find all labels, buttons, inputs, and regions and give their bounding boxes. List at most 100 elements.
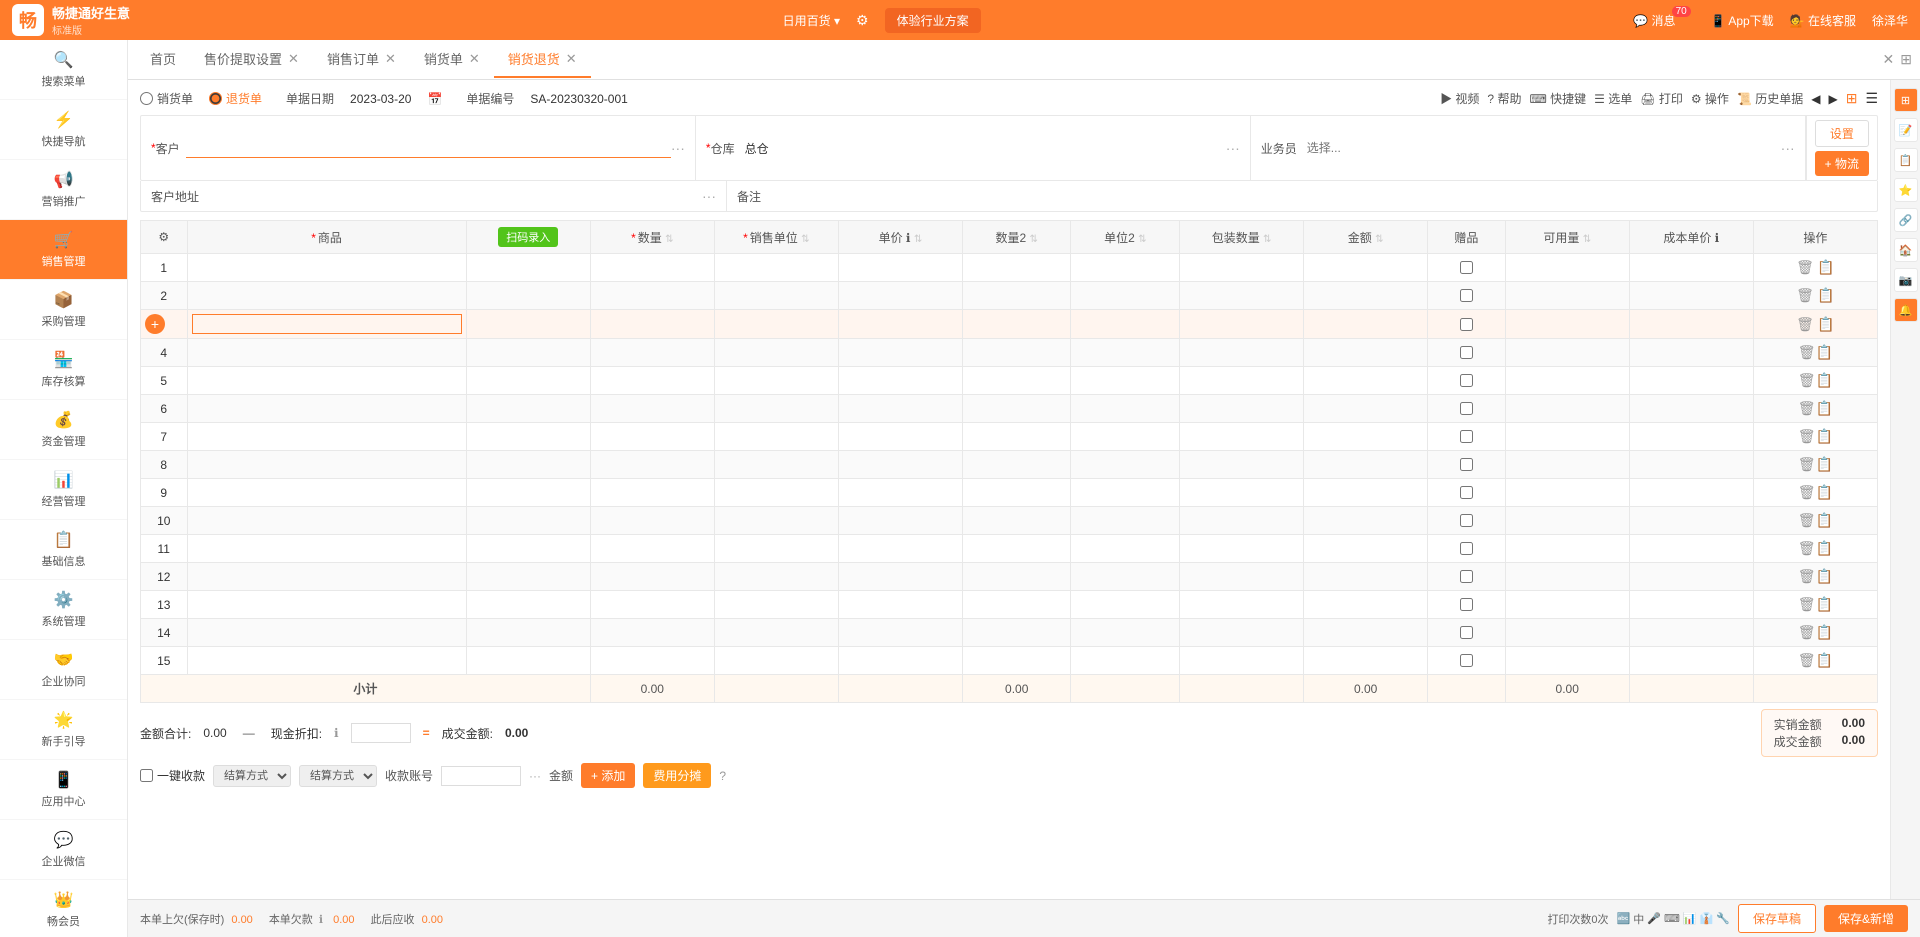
grid-view-icon[interactable]: ⊞ [1846,90,1858,107]
copy-row-7[interactable]: 📋 [1816,428,1833,445]
nav-daily[interactable]: 日用百货 ▾ [783,12,840,29]
tab-order-close[interactable]: ✕ [385,51,396,67]
write-off-select[interactable]: 结算方式 [299,765,377,787]
rp-btn-5[interactable]: 🔗 [1894,208,1918,232]
sidebar-item-shortcut[interactable]: ⚡ 快捷导航 [0,100,127,160]
trial-btn[interactable]: 体验行业方案 [885,8,981,33]
gift-checkbox-9[interactable] [1460,486,1473,499]
product-cell-3[interactable] [187,310,466,339]
qty-sort-icon[interactable]: ⇅ [665,234,673,245]
tab-menu-icon[interactable]: ⊞ [1900,51,1912,68]
sidebar-item-guide[interactable]: 🌟 新手引导 [0,700,127,760]
sidebar-item-search[interactable]: 🔍 搜索菜单 [0,40,127,100]
qty2-cell-1[interactable] [962,254,1071,282]
packqty-sort-icon[interactable]: ⇅ [1263,234,1271,245]
copy-row-2[interactable]: 📋 [1817,287,1834,304]
gift-cell-2[interactable] [1428,282,1506,310]
bottom-icon-6[interactable]: 👔 [1700,912,1714,925]
bottom-icon-2[interactable]: 中 [1633,911,1644,927]
bottom-icon-5[interactable]: 📊 [1683,912,1697,925]
settings-button[interactable]: 设置 [1815,120,1869,147]
sidebar-item-partner[interactable]: 🤝 企业协同 [0,640,127,700]
copy-row-13[interactable]: 📋 [1816,596,1833,613]
delete-row-9[interactable]: 🗑 [1798,484,1816,501]
scan-button[interactable]: 扫码录入 [498,227,558,247]
delete-row-5[interactable]: 🗑 [1798,372,1816,389]
delete-row-14[interactable]: 🗑 [1798,624,1816,641]
rp-btn-1[interactable]: ⊞ [1894,88,1918,112]
gift-cell-1[interactable] [1428,254,1506,282]
history-btn[interactable]: 📜 历史单据 [1737,90,1803,107]
rp-btn-2[interactable]: 📝 [1894,118,1918,142]
sidebar-item-sales[interactable]: 🛒 销售管理 [0,220,127,280]
shortcuts-btn[interactable]: ⌨ 快捷键 [1529,90,1586,107]
message-icon[interactable]: 💬 消息70 [1633,12,1694,29]
list-view-icon[interactable]: ☰ [1865,90,1878,107]
price-cell-3[interactable] [838,310,962,339]
copy-row-6[interactable]: 📋 [1816,400,1833,417]
gift-checkbox-4[interactable] [1460,346,1473,359]
rp-btn-6[interactable]: 🏠 [1894,238,1918,262]
product-cell-1[interactable] [187,254,466,282]
delete-row-4[interactable]: 🗑 [1798,344,1816,361]
tab-shipment[interactable]: 销货单 ✕ [410,41,494,78]
unit2-cell-2[interactable] [1071,282,1180,310]
price-cell-1[interactable] [838,254,962,282]
tab-price-close[interactable]: ✕ [288,51,299,67]
copy-row-4[interactable]: 📋 [1816,344,1833,361]
unit2-cell-3[interactable] [1071,310,1180,339]
copy-row-8[interactable]: 📋 [1816,456,1833,473]
copy-row-12[interactable]: 📋 [1816,568,1833,585]
gift-checkbox-6[interactable] [1460,402,1473,415]
account-input[interactable] [441,766,521,786]
copy-row-9[interactable]: 📋 [1816,484,1833,501]
add-row-cell[interactable]: + [141,310,188,339]
remarks-input[interactable] [767,189,1867,203]
qty-cell-1[interactable] [590,254,714,282]
sidebar-item-marketing[interactable]: 📢 营销推广 [0,160,127,220]
one-click-payment-checkbox[interactable]: 一键收款 [140,767,205,784]
gift-checkbox-10[interactable] [1460,514,1473,527]
sidebar-item-wechat[interactable]: 💬 企业微信 [0,820,127,880]
bottom-icon-1[interactable]: 🔤 [1617,912,1631,925]
sidebar-item-inventory[interactable]: 🏪 库存核算 [0,340,127,400]
sidebar-item-system[interactable]: ⚙️ 系统管理 [0,580,127,640]
prev-record-icon[interactable]: ◀ [1811,92,1820,106]
gift-checkbox-12[interactable] [1460,570,1473,583]
app-download-link[interactable]: 📱 App下载 [1711,12,1774,29]
delete-row-3[interactable]: 🗑 [1796,316,1814,333]
sidebar-item-basic[interactable]: 📋 基础信息 [0,520,127,580]
select-btn[interactable]: ☰ 选单 [1594,90,1632,107]
help-btn[interactable]: ? 帮助 [1487,90,1521,107]
calendar-icon[interactable]: 📅 [427,92,442,106]
available-sort-icon[interactable]: ⇅ [1583,234,1591,245]
delete-row-15[interactable]: 🗑 [1798,652,1816,669]
gift-checkbox-2[interactable] [1460,289,1473,302]
sidebar-item-apps[interactable]: 📱 应用中心 [0,760,127,820]
copy-row-11[interactable]: 📋 [1816,540,1833,557]
delete-row-2[interactable]: 🗑 [1796,287,1814,304]
gift-cell-3[interactable] [1428,310,1506,339]
delete-row-8[interactable]: 🗑 [1798,456,1816,473]
video-btn[interactable]: ▶ 视频 [1440,90,1479,107]
unit2-cell-1[interactable] [1071,254,1180,282]
product-cell-2[interactable] [187,282,466,310]
copy-row-15[interactable]: 📋 [1816,652,1833,669]
customer-dots-icon[interactable]: ··· [671,140,685,156]
packqty-cell-3[interactable] [1180,310,1304,339]
copy-row-5[interactable]: 📋 [1816,372,1833,389]
rp-btn-8[interactable]: 🔔 [1894,298,1918,322]
delete-row-11[interactable]: 🗑 [1798,540,1816,557]
qty-cell-2[interactable] [590,282,714,310]
sidebar-item-finance[interactable]: 💰 资金管理 [0,400,127,460]
gift-checkbox-5[interactable] [1460,374,1473,387]
price-sort-icon[interactable]: ⇅ [914,234,922,245]
print-btn[interactable]: 🖨 打印 [1640,90,1683,107]
unit-cell-1[interactable] [714,254,838,282]
delete-row-12[interactable]: 🗑 [1798,568,1816,585]
salesperson-dots-icon[interactable]: ··· [1781,140,1795,156]
table-settings-icon[interactable]: ⚙ [158,230,169,244]
tab-return-close[interactable]: ✕ [566,51,577,67]
sidebar-item-operations[interactable]: 📊 经营管理 [0,460,127,520]
gift-checkbox-13[interactable] [1460,598,1473,611]
